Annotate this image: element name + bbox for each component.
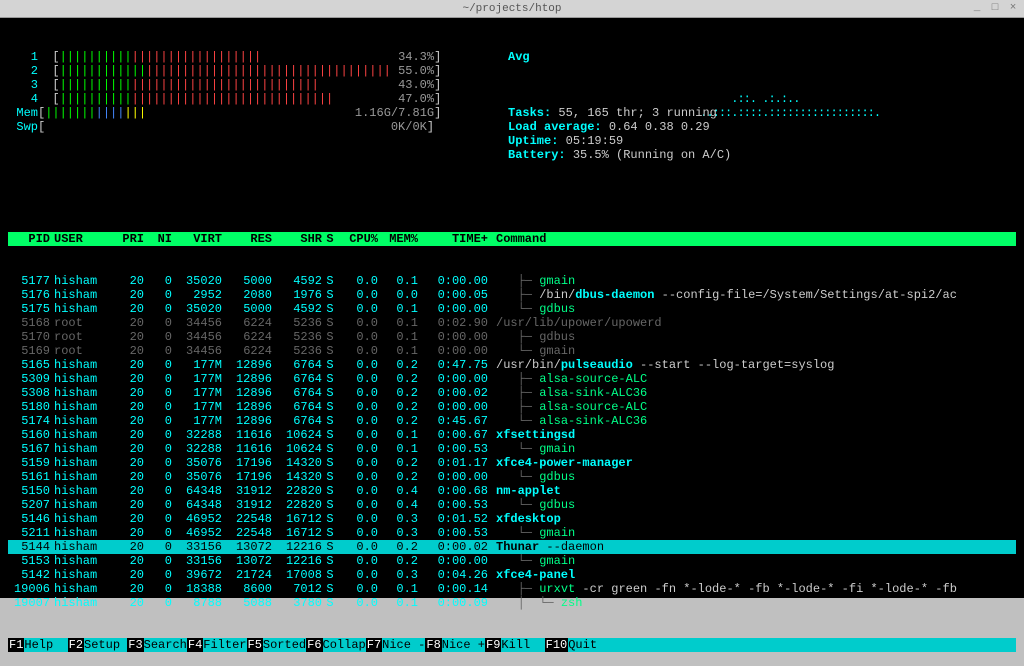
process-row[interactable]: 5211hisham200469522254816712S0.00.30:00.… xyxy=(8,526,1016,540)
flabel-F5: Sorted xyxy=(263,638,306,652)
fkey-F4[interactable]: F4 xyxy=(187,638,203,652)
flabel-F6: Collap xyxy=(323,638,366,652)
header-area: 1 [|||||||||||||||||||||||||||| 34.3%]2 … xyxy=(8,50,1016,162)
process-row[interactable]: 5308hisham200177M128966764S0.00.20:00.02… xyxy=(8,386,1016,400)
flabel-F3: Search xyxy=(144,638,187,652)
minimize-icon[interactable]: _ xyxy=(970,2,984,16)
fkey-F7[interactable]: F7 xyxy=(366,638,382,652)
fkey-F5[interactable]: F5 xyxy=(247,638,263,652)
maximize-icon[interactable]: □ xyxy=(988,2,1002,16)
cpu-meter-3: 3 [|||||||||||||||||||||||||||||||||||| … xyxy=(8,78,498,92)
process-row[interactable]: 5309hisham200177M128966764S0.00.20:00.00… xyxy=(8,372,1016,386)
flabel-F2: Setup xyxy=(84,638,127,652)
cpu-meter-1: 1 [|||||||||||||||||||||||||||| 34.3%] xyxy=(8,50,498,64)
window-title: ~/projects/htop xyxy=(462,3,561,15)
process-row[interactable]: 19006hisham2001838886007012S0.00.10:00.1… xyxy=(8,582,1016,596)
process-row[interactable]: 5167hisham200322881161610624S0.00.10:00.… xyxy=(8,442,1016,456)
process-row[interactable]: 5175hisham2003502050004592S0.00.10:00.00… xyxy=(8,302,1016,316)
process-row[interactable]: 5146hisham200469522254816712S0.00.30:01.… xyxy=(8,512,1016,526)
flabel-F4: Filter xyxy=(203,638,246,652)
process-row[interactable]: 5180hisham200177M128966764S0.00.20:00.00… xyxy=(8,400,1016,414)
cpu-meter-2: 2 [|||||||||||||||||||||||||||||||||||||… xyxy=(8,64,498,78)
process-row[interactable]: 5142hisham200396722172417008S0.00.30:04.… xyxy=(8,568,1016,582)
process-row[interactable]: 5168root2003445662245236S0.00.10:02.90/u… xyxy=(8,316,1016,330)
load-info: Load average: 0.64 0.38 0.29 xyxy=(508,120,880,134)
flabel-F1: Help xyxy=(24,638,67,652)
fkey-F1[interactable]: F1 xyxy=(8,638,24,652)
function-key-bar: F1Help F2Setup F3SearchF4FilterF5SortedF… xyxy=(8,638,1016,652)
fkey-F10[interactable]: F10 xyxy=(545,638,569,652)
process-row[interactable]: 5176hisham200295220801976S0.00.00:00.05 … xyxy=(8,288,1016,302)
cpu-meter-4: 4 [|||||||||||||||||||||||||||||||||||||… xyxy=(8,92,498,106)
process-row[interactable]: 5161hisham200350761719614320S0.00.20:00.… xyxy=(8,470,1016,484)
fkey-F3[interactable]: F3 xyxy=(127,638,143,652)
process-row[interactable]: 5177hisham2003502050004592S0.00.10:00.00… xyxy=(8,274,1016,288)
process-row[interactable]: 5144hisham200331561307212216S0.00.20:00.… xyxy=(8,540,1016,554)
fkey-F8[interactable]: F8 xyxy=(425,638,441,652)
process-row[interactable]: 5150hisham200643483191222820S0.00.40:00.… xyxy=(8,484,1016,498)
fkey-F2[interactable]: F2 xyxy=(68,638,84,652)
flabel-F10: Quit xyxy=(568,638,597,652)
avg-label: Avg xyxy=(508,50,530,64)
swp-meter: Swp[ 0K/0K] xyxy=(8,120,498,134)
window-controls: _ □ × xyxy=(970,2,1020,16)
battery-info: Battery: 35.5% (Running on A/C) xyxy=(508,148,880,162)
window-titlebar: ~/projects/htop _ □ × xyxy=(0,0,1024,18)
process-row[interactable]: 19007hisham200878850883780S0.00.10:00.09… xyxy=(8,596,1016,610)
process-row[interactable]: 5169root2003445662245236S0.00.10:00.00 └… xyxy=(8,344,1016,358)
flabel-F9: Kill xyxy=(501,638,544,652)
fkey-F6[interactable]: F6 xyxy=(306,638,322,652)
process-row[interactable]: 5160hisham200322881161610624S0.00.10:00.… xyxy=(8,428,1016,442)
fkey-F9[interactable]: F9 xyxy=(485,638,501,652)
meters-panel: 1 [|||||||||||||||||||||||||||| 34.3%]2 … xyxy=(8,50,498,162)
process-row[interactable]: 5170root2003445662245236S0.00.10:00.00 ├… xyxy=(8,330,1016,344)
mem-meter: Mem[|||||||||||||| 1.16G/7.81G] xyxy=(8,106,498,120)
flabel-F8: Nice + xyxy=(442,638,485,652)
process-row[interactable]: 5165hisham200177M128966764S0.00.20:47.75… xyxy=(8,358,1016,372)
process-row[interactable]: 5159hisham200350761719614320S0.00.20:01.… xyxy=(8,456,1016,470)
process-row[interactable]: 5174hisham200177M128966764S0.00.20:45.67… xyxy=(8,414,1016,428)
terminal[interactable]: 1 [|||||||||||||||||||||||||||| 34.3%]2 … xyxy=(0,18,1024,598)
process-row[interactable]: 5207hisham200643483191222820S0.00.40:00.… xyxy=(8,498,1016,512)
process-row[interactable]: 5153hisham200331561307212216S0.00.20:00.… xyxy=(8,554,1016,568)
process-list[interactable]: 5177hisham2003502050004592S0.00.10:00.00… xyxy=(8,274,1016,610)
info-panel: Avg .::. .:.:.. ..:::.::::.:::::::::::::… xyxy=(498,50,880,162)
uptime-info: Uptime: 05:19:59 xyxy=(508,134,880,148)
flabel-F7: Nice - xyxy=(382,638,425,652)
column-headers: PIDUSERPRINIVIRTRESSHRSCPU%MEM%TIME+Comm… xyxy=(8,232,1016,246)
close-icon[interactable]: × xyxy=(1006,2,1020,16)
avg-sparkline: .::. .:.:.. ..:::.::::.:::::::::::::::::… xyxy=(508,92,880,106)
